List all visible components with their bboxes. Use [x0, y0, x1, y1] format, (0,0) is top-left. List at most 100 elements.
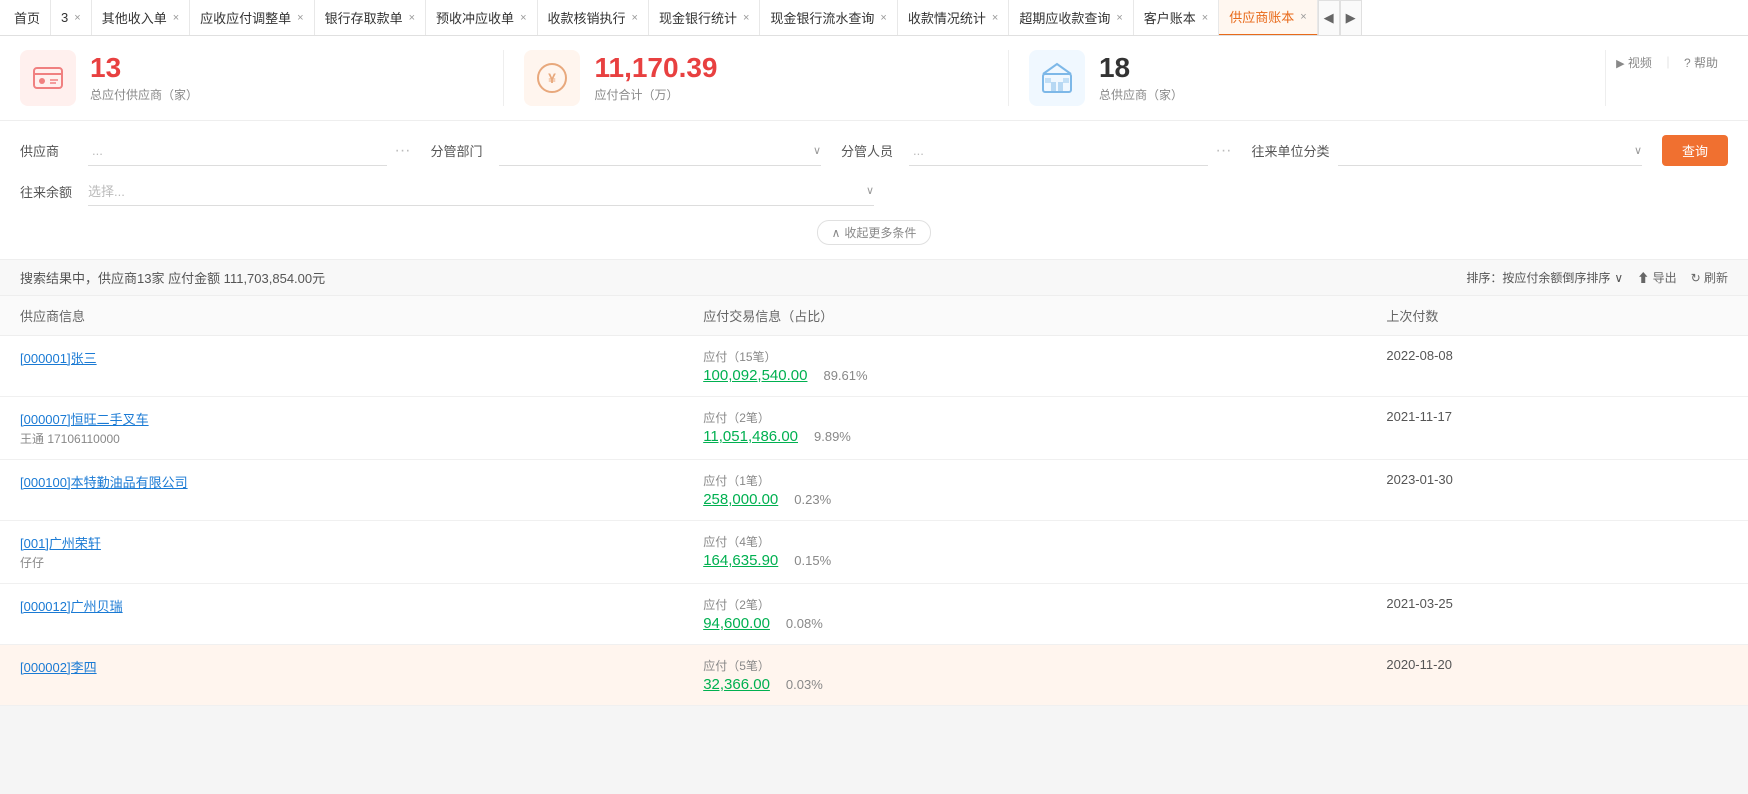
total-suppliers-num: 18 [1099, 54, 1183, 82]
nav-tab-bank[interactable]: 银行存取款单 × [315, 0, 426, 36]
table-row: [000007]恒旺二手叉车 王通 17106110000 应付（2笔） 11,… [0, 397, 1748, 460]
export-button[interactable]: ⬆ 导出 [1637, 269, 1676, 286]
nav-tab-home[interactable]: 首页 [4, 0, 51, 36]
payable-info-cell: 应付（15笔） 100,092,540.00 89.61% [703, 348, 1386, 384]
close-icon[interactable]: × [1202, 12, 1208, 24]
nav-tab-customer-ledger[interactable]: 客户账本 × [1134, 0, 1219, 36]
close-icon[interactable]: × [173, 12, 179, 24]
close-icon[interactable]: × [1116, 12, 1122, 24]
collapse-button[interactable]: ∧ 收起更多条件 [817, 220, 932, 245]
payable-info-cell: 应付（2笔） 11,051,486.00 9.89% [703, 409, 1386, 445]
total-payable-num: 11,170.39 [594, 54, 717, 82]
payable-amount[interactable]: 32,366.00 [703, 676, 770, 693]
payable-percent: 0.08% [786, 616, 823, 631]
supplier-name-link[interactable]: [001]广州荣轩 [20, 533, 703, 552]
payable-amount[interactable]: 11,051,486.00 [703, 428, 798, 445]
payable-amount[interactable]: 164,635.90 [703, 552, 778, 569]
payable-label: 应付（1笔） [703, 472, 1386, 489]
nav-tab-adjust-label: 应收应付调整单 [200, 8, 291, 27]
payable-label: 应付（4笔） [703, 533, 1386, 550]
person-input[interactable] [909, 136, 1208, 166]
supplier-name-link[interactable]: [000002]李四 [20, 657, 703, 676]
last-pay-date: 2021-03-25 [1386, 596, 1453, 611]
close-icon[interactable]: × [880, 12, 886, 24]
payable-label: 应付（2笔） [703, 596, 1386, 613]
svg-text:¥: ¥ [549, 70, 557, 86]
category-filter-label: 往来单位分类 [1252, 141, 1330, 160]
payable-amount[interactable]: 258,000.00 [703, 491, 778, 508]
category-select[interactable]: ∨ [1338, 136, 1642, 166]
nav-tab-payment-stat[interactable]: 收款情况统计 × [898, 0, 1009, 36]
refresh-label: 刷新 [1704, 271, 1728, 285]
close-icon[interactable]: × [743, 12, 749, 24]
help-link[interactable]: ? 帮助 [1684, 54, 1718, 71]
top-right-links: ▶ 视频 ｜ ? 帮助 [1606, 50, 1728, 106]
nav-right-arrow[interactable]: ▶ [1340, 0, 1362, 36]
close-icon[interactable]: × [1300, 11, 1306, 23]
nav-tab-prepay-label: 预收冲应收单 [436, 8, 514, 27]
last-pay-cell: 2021-03-25 [1386, 596, 1728, 611]
payable-amount[interactable]: 100,092,540.00 [703, 367, 807, 384]
person-search-icon[interactable]: ··· [1216, 142, 1232, 160]
nav-tab-cash-flow[interactable]: 现金银行流水查询 × [760, 0, 897, 36]
supplier-name-link[interactable]: [000100]本特勤油品有限公司 [20, 472, 703, 491]
col-header-payable: 应付交易信息（占比） [703, 306, 1386, 325]
dept-select[interactable]: ∨ [499, 136, 822, 166]
payable-percent: 0.23% [794, 492, 831, 507]
supplier-search-icon[interactable]: ··· [395, 142, 411, 160]
nav-tab-adjust[interactable]: 应收应付调整单 × [190, 0, 314, 36]
table-row: [000012]广州贝瑞 应付（2笔） 94,600.00 0.08% 2021… [0, 584, 1748, 645]
nav-tab-other-income-label: 其他收入单 [102, 8, 167, 27]
nav-tab-3[interactable]: 3 × [51, 0, 92, 36]
filter-category: 往来单位分类 ∨ [1252, 136, 1643, 166]
summary-item-total-payable: ¥ 11,170.39 应付合计（万） [504, 50, 1008, 106]
supplier-name-link[interactable]: [000007]恒旺二手叉车 [20, 409, 703, 428]
person-filter-label: 分管人员 [841, 141, 901, 160]
dept-filter-label: 分管部门 [431, 141, 491, 160]
filter-person: 分管人员 ··· [841, 136, 1232, 166]
supplier-info-cell: [000012]广州贝瑞 [20, 596, 703, 615]
nav-tab-overdue[interactable]: 超期应收款查询 × [1009, 0, 1133, 36]
nav-tab-collection[interactable]: 收款核销执行 × [538, 0, 649, 36]
nav-tab-supplier-ledger[interactable]: 供应商账本 × [1219, 0, 1317, 36]
last-pay-date: 2021-11-17 [1386, 409, 1452, 424]
query-button[interactable]: 查询 [1662, 135, 1728, 166]
sort-select[interactable]: 排序：按应付余额倒序排序 ∨ [1466, 269, 1623, 286]
filter-row-2: 往来余额 选择... ∨ [20, 176, 1728, 206]
nav-tab-prepay[interactable]: 预收冲应收单 × [426, 0, 537, 36]
close-icon[interactable]: × [409, 12, 415, 24]
close-icon[interactable]: × [992, 12, 998, 24]
balance-select[interactable]: 选择... ∨ [88, 176, 874, 206]
payable-percent: 0.03% [786, 677, 823, 692]
nav-left-arrow[interactable]: ◀ [1318, 0, 1340, 36]
nav-tab-other-income[interactable]: 其他收入单 × [92, 0, 190, 36]
close-icon[interactable]: × [632, 12, 638, 24]
supplier-info-cell: [000100]本特勤油品有限公司 [20, 472, 703, 491]
payable-percent: 89.61% [823, 368, 867, 383]
nav-tab-cash-stat[interactable]: 现金银行统计 × [649, 0, 760, 36]
export-icon: ⬆ [1637, 271, 1649, 285]
payable-row: 258,000.00 0.23% [703, 491, 1386, 508]
payable-label: 应付（2笔） [703, 409, 1386, 426]
video-link[interactable]: ▶ 视频 [1616, 54, 1652, 71]
payable-suppliers-label: 总应付供应商（家） [90, 86, 198, 103]
payable-info-cell: 应付（2笔） 94,600.00 0.08% [703, 596, 1386, 632]
last-pay-cell: 2023-01-30 [1386, 472, 1728, 487]
close-icon[interactable]: × [520, 12, 526, 24]
refresh-button[interactable]: ↻ 刷新 [1691, 269, 1728, 286]
total-suppliers-icon [1029, 50, 1085, 106]
close-icon[interactable]: × [297, 12, 303, 24]
payable-amount[interactable]: 94,600.00 [703, 615, 770, 632]
close-icon[interactable]: × [74, 12, 80, 24]
supplier-info-cell: [001]广州荣轩 仔仔 [20, 533, 703, 571]
supplier-name-link[interactable]: [000012]广州贝瑞 [20, 596, 703, 615]
table-header: 供应商信息 应付交易信息（占比） 上次付数 [0, 296, 1748, 336]
table-row: [001]广州荣轩 仔仔 应付（4笔） 164,635.90 0.15% [0, 521, 1748, 584]
nav-tab-customer-ledger-label: 客户账本 [1144, 8, 1196, 27]
supplier-name-link[interactable]: [000001]张三 [20, 348, 703, 367]
supplier-input[interactable] [88, 136, 387, 166]
nav-tab-cash-stat-label: 现金银行统计 [659, 8, 737, 27]
table-row: [000100]本特勤油品有限公司 应付（1笔） 258,000.00 0.23… [0, 460, 1748, 521]
payable-row: 11,051,486.00 9.89% [703, 428, 1386, 445]
filter-area: 供应商 ··· 分管部门 ∨ 分管人员 ··· 往来单位分类 ∨ 查询 往来 [0, 121, 1748, 260]
